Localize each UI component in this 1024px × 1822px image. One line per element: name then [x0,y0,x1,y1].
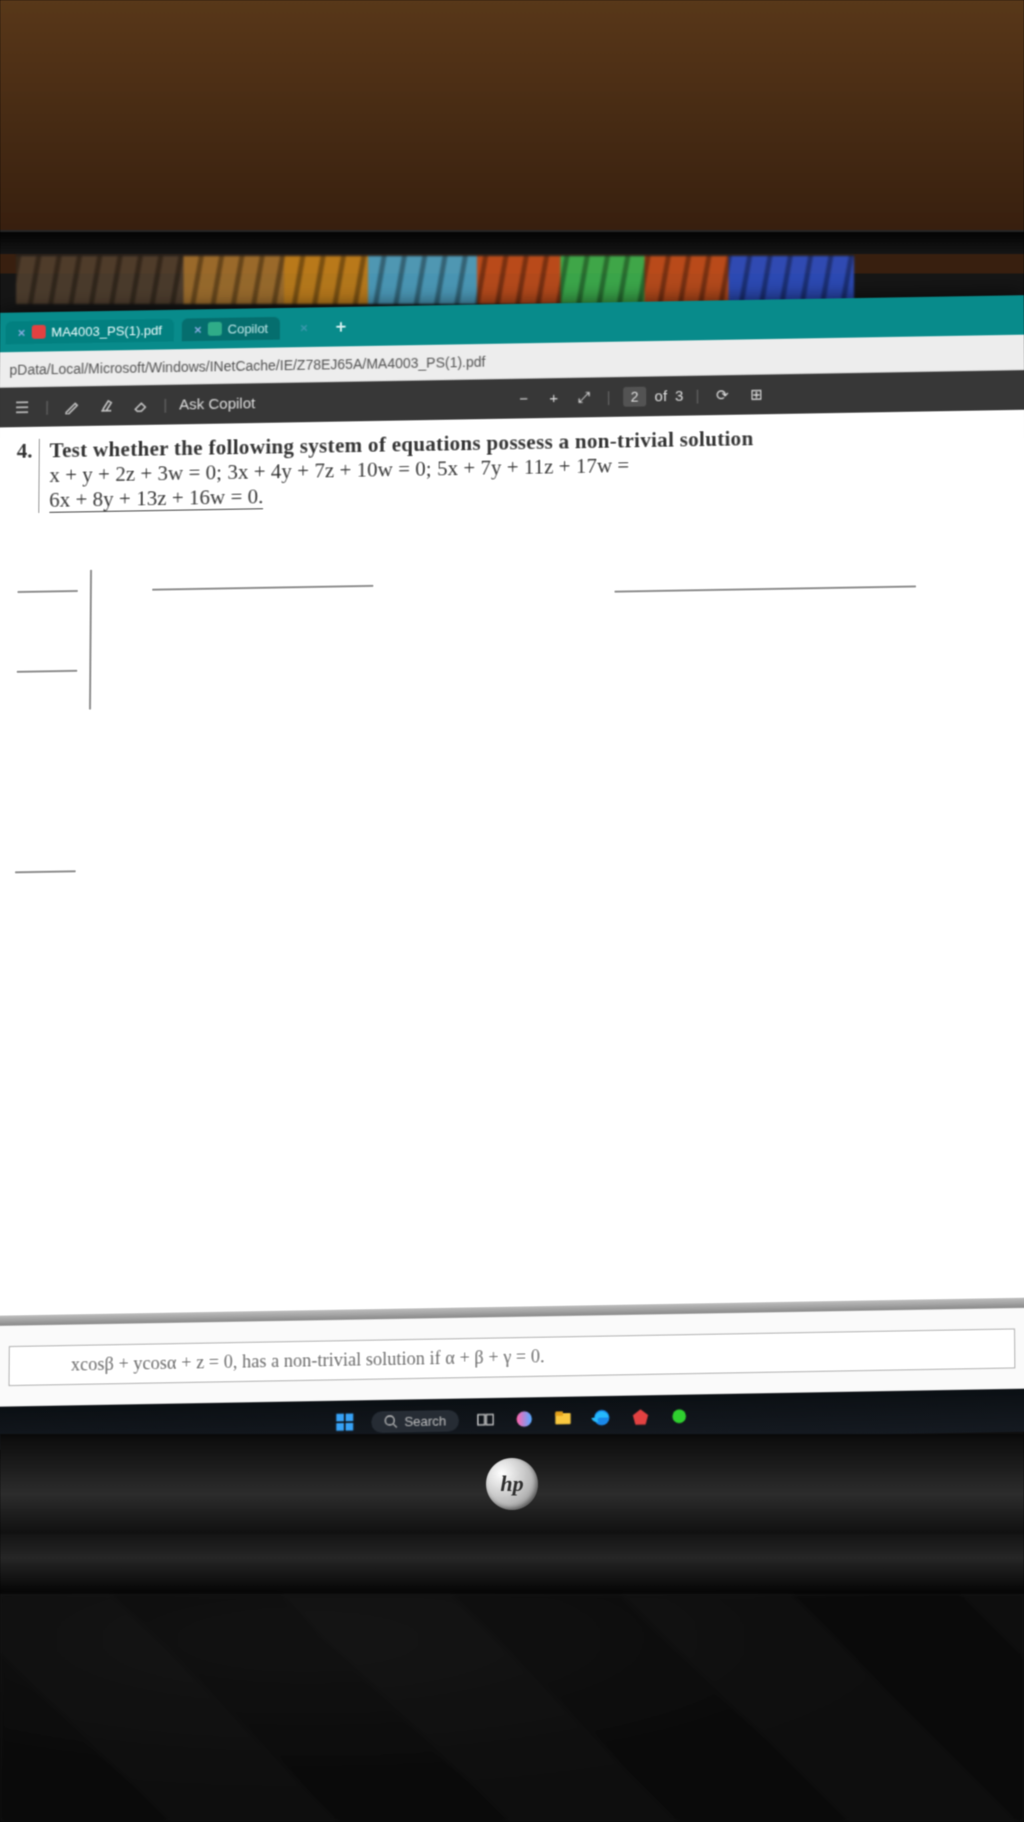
zoom-in-button[interactable]: + [543,387,565,409]
ask-copilot-button[interactable]: Ask Copilot [179,395,255,413]
rule-mark [18,590,78,593]
blank-workspace [0,514,1024,1316]
pdf-favicon-icon [31,325,45,339]
zoom-out-button[interactable]: − [513,388,535,410]
taskbar-search[interactable]: Search [372,1409,459,1432]
brand-text: hp [500,1471,523,1497]
pdf-viewport[interactable]: 4. Test whether the following system of … [0,410,1024,1407]
copilot-favicon-icon [208,322,222,336]
highlight-icon[interactable] [95,395,117,417]
laptop-bottom-bezel: hp [0,1434,1024,1534]
rule-mark [17,670,77,673]
tab-close-icon[interactable]: × [18,325,26,340]
tab-close-icon[interactable]: × [300,320,308,335]
page-view-button[interactable]: ⊞ [745,384,767,406]
table-foreground [0,1594,1024,1822]
rotate-button[interactable]: ⟳ [711,384,733,406]
windows-start-icon[interactable] [333,1410,358,1435]
rule-mark [152,585,373,591]
rule-mark [16,870,77,873]
tab-pdf-title: MA4003_PS(1).pdf [51,322,162,339]
keyboard-reflection [16,254,854,304]
zoom-group: − + ⤢ [513,387,595,410]
url-text: pData/Local/Microsoft/Windows/INetCache/… [9,353,485,377]
question-number: 4. [16,439,39,514]
screen-perspective-wrap: × MA4003_PS(1).pdf × Copilot × + pData/L… [0,304,1024,1822]
desk-background [0,0,1024,230]
separator: | [607,389,611,406]
page-sep-label: of [655,388,668,405]
app-icon-green[interactable] [667,1404,692,1429]
explorer-icon[interactable] [550,1406,574,1431]
tab-spacer: × [288,316,320,339]
copilot-icon[interactable] [512,1406,536,1431]
edge-icon[interactable] [589,1405,614,1430]
photo-scene: × MA4003_PS(1).pdf × Copilot × + pData/L… [0,0,1024,1822]
separator: | [695,387,699,404]
tab-close-icon[interactable]: × [194,322,202,337]
toc-icon[interactable] [11,396,33,418]
page-current-input[interactable]: 2 [623,387,647,407]
question-eq-line2: 6x + 8y + 13z + 16w = 0. [49,484,264,513]
pdf-page-question-bottom: xcosβ + ycosα + z = 0, has a non-trivial… [9,1328,1016,1386]
tab-copilot[interactable]: × Copilot [182,316,280,340]
separator: | [45,398,49,415]
separator: | [163,396,167,413]
page-total-label: 3 [675,387,683,404]
taskview-icon[interactable] [473,1407,497,1432]
page-group: 2 of 3 [623,386,684,407]
fit-page-button[interactable]: ⤢ [573,387,595,409]
hp-logo-icon: hp [486,1458,538,1510]
taskbar-search-placeholder: Search [404,1413,446,1429]
tab-copilot-title: Copilot [228,321,269,337]
rule-mark [89,650,91,710]
draw-icon[interactable] [61,395,83,417]
laptop-top-bezel [0,230,1024,254]
erase-icon[interactable] [129,394,151,416]
pdf-page-question4: 4. Test whether the following system of … [0,410,1024,532]
app-icon-red[interactable] [628,1404,653,1429]
laptop-base [0,1534,1024,1594]
question-body: Test whether the following system of equ… [49,422,1008,513]
question-4: 4. Test whether the following system of … [16,422,1008,513]
bottom-question-text: xcosβ + ycosα + z = 0, has a non-trivial… [71,1346,545,1375]
laptop-screen: × MA4003_PS(1).pdf × Copilot × + pData/L… [0,295,1024,1450]
rule-mark [615,585,916,592]
rule-mark [90,570,93,650]
new-tab-button[interactable]: + [328,316,355,337]
tab-pdf[interactable]: × MA4003_PS(1).pdf [6,318,174,344]
